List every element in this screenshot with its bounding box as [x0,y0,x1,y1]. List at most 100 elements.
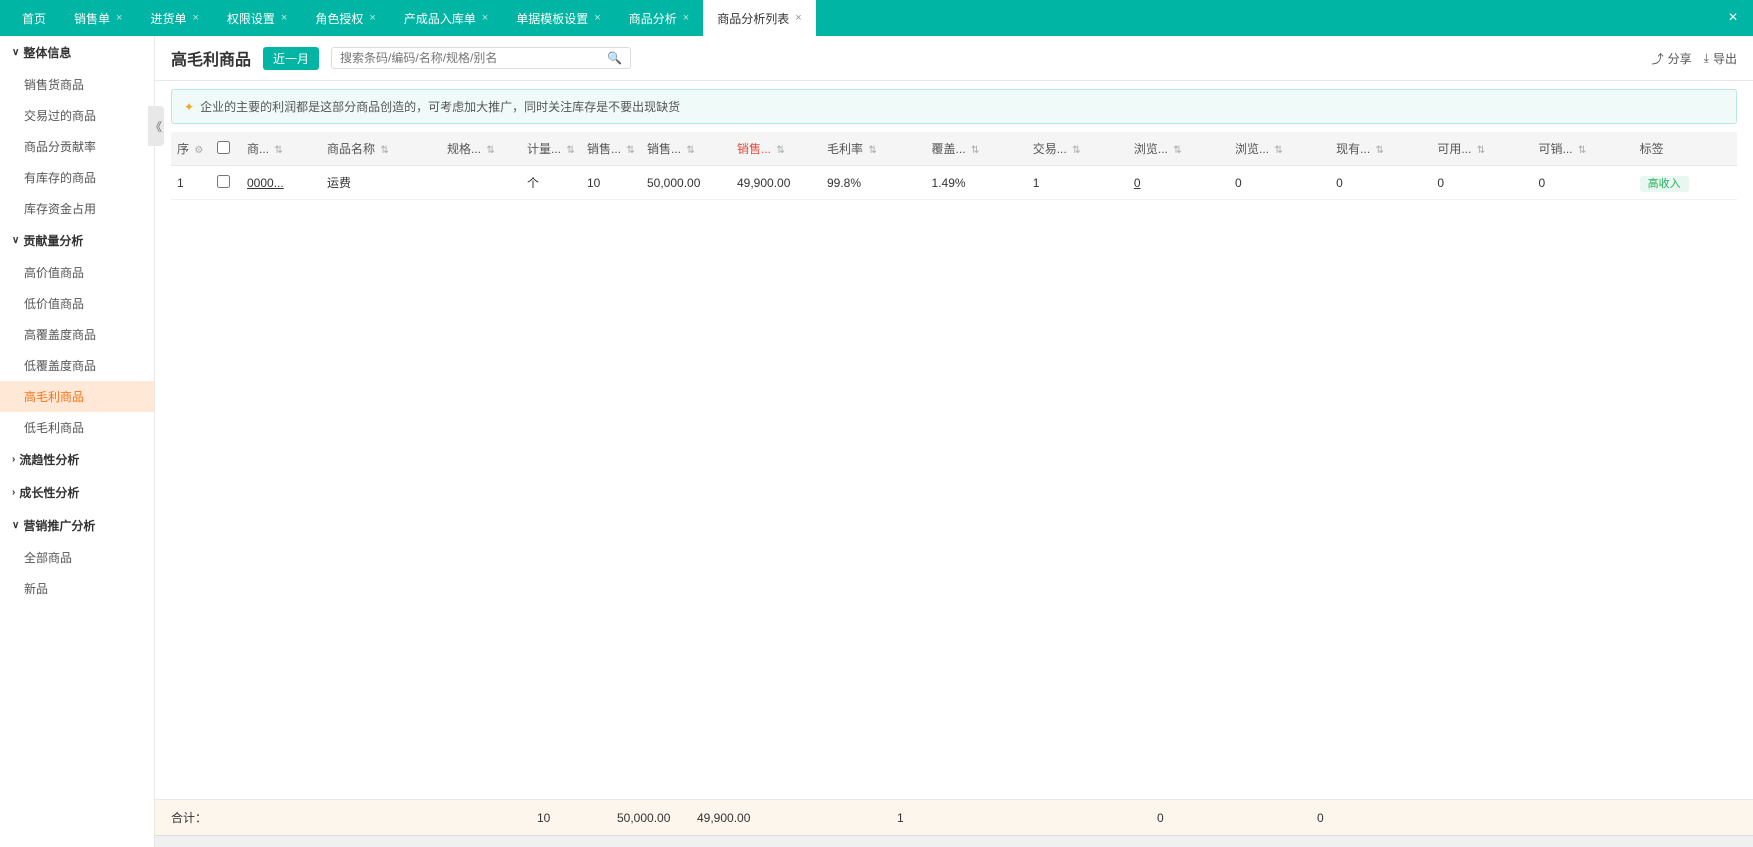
sort-available-icon[interactable]: ⇅ [1477,145,1485,156]
cell-browse1[interactable]: 0 [1128,166,1229,200]
footer-cell-sales-profit: 49,900.00 [691,811,771,825]
nav-tab-purchase[interactable]: 进货单 × [136,0,212,36]
footer-cell-trade: 1 [891,811,971,825]
sort-code-icon[interactable]: ⇅ [274,145,282,156]
footer-values: 10 50,000.00 49,900.00 1 0 0 [291,811,1737,825]
sort-sales-amount-icon[interactable]: ⇅ [686,145,694,156]
close-permission-tab[interactable]: × [281,12,287,24]
nav-tab-analysis[interactable]: 商品分析 × [615,0,703,36]
nav-tab-template[interactable]: 单据模板设置 × [502,0,614,36]
arrow-growth: › [12,487,15,498]
sort-sales-qty-icon[interactable]: ⇅ [626,145,634,156]
window-close-button[interactable]: × [1721,6,1745,30]
sidebar-item-high-coverage[interactable]: 高覆盖度商品 [0,319,154,350]
sidebar-item-low-coverage[interactable]: 低覆盖度商品 [0,350,154,381]
sidebar-section-overall[interactable]: ∨ 整体信息 [0,36,154,69]
sort-browse2-icon[interactable]: ⇅ [1274,145,1282,156]
th-browse2[interactable]: 浏览... ⇅ [1229,132,1330,166]
th-trade[interactable]: 交易... ⇅ [1027,132,1128,166]
sidebar-section-contribution[interactable]: ∨ 贡献量分析 [0,224,154,257]
horizontal-scrollbar[interactable] [155,835,1753,847]
search-box[interactable]: 🔍 [331,47,631,69]
sort-browse1-icon[interactable]: ⇅ [1173,145,1181,156]
sidebar-item-new-goods[interactable]: 新品 [0,573,154,604]
sidebar-item-low-margin[interactable]: 低毛利商品 [0,412,154,443]
info-bar: ✦ 企业的主要的利润都是这部分商品创造的，可考虑加大推广，同时关注库存是不要出现… [171,89,1737,124]
nav-tab-permission[interactable]: 权限设置 × [213,0,301,36]
sidebar-section-marketing[interactable]: ∨ 营销推广分析 [0,509,154,542]
cell-name: 运费 [321,166,441,200]
th-sales-amount[interactable]: 销售... ⇅ [641,132,731,166]
export-button[interactable]: ⤓ 导出 [1704,50,1737,67]
sidebar-item-all-goods[interactable]: 全部商品 [0,542,154,573]
th-name[interactable]: 商品名称 ⇅ [321,132,441,166]
th-sales-profit[interactable]: 销售... ⇅ [731,132,821,166]
row-checkbox[interactable] [217,175,230,188]
close-product-in-tab[interactable]: × [482,12,488,24]
close-sales-tab[interactable]: × [116,12,122,24]
sidebar-item-traded-goods[interactable]: 交易过的商品 [0,100,154,131]
th-unit[interactable]: 计量... ⇅ [521,132,581,166]
sidebar-item-high-margin[interactable]: 高毛利商品 [0,381,154,412]
sidebar-item-sales-goods[interactable]: 销售货商品 [0,69,154,100]
th-sales-qty[interactable]: 销售... ⇅ [581,132,641,166]
nav-tab-home[interactable]: 首页 [8,0,60,36]
cell-code[interactable]: 0000... [241,166,321,200]
th-sellable[interactable]: 可销... ⇅ [1532,132,1633,166]
footer-cell-sales-qty: 10 [531,811,611,825]
sidebar-collapse-button[interactable]: 《 [148,106,164,146]
th-gross-rate[interactable]: 毛利率 ⇅ [821,132,926,166]
sidebar-section-trend[interactable]: › 流趋性分析 [0,443,154,476]
nav-tab-sales[interactable]: 销售单 × [60,0,136,36]
nav-tab-role[interactable]: 角色授权 × [301,0,389,36]
nav-tab-analysis-list[interactable]: 商品分析列表 × [703,0,815,36]
arrow-trend: › [12,454,15,465]
th-current-stock[interactable]: 现有... ⇅ [1330,132,1431,166]
th-coverage[interactable]: 覆盖... ⇅ [926,132,1027,166]
data-table: 序 ⚙ 商... ⇅ 商品名称 ⇅ [171,132,1737,200]
close-template-tab[interactable]: × [594,12,600,24]
table-header-row: 序 ⚙ 商... ⇅ 商品名称 ⇅ [171,132,1737,166]
th-browse1[interactable]: 浏览... ⇅ [1128,132,1229,166]
sort-unit-icon[interactable]: ⇅ [566,145,574,156]
close-purchase-tab[interactable]: × [192,12,198,24]
content-header: 高毛利商品 近一月 🔍 ⤴ 分享 ⤓ 导出 [155,36,1753,81]
time-filter-button[interactable]: 近一月 [263,47,319,70]
arrow-marketing: ∨ [12,520,19,531]
search-input[interactable] [340,51,603,65]
sort-sales-profit-icon[interactable]: ⇅ [776,145,784,156]
cell-available: 0 [1431,166,1532,200]
footer-label: 合计： [171,809,291,826]
sort-name-icon[interactable]: ⇅ [380,145,388,156]
gear-icon[interactable]: ⚙ [194,145,203,156]
info-icon: ✦ [184,100,194,114]
sort-spec-icon[interactable]: ⇅ [486,145,494,156]
search-icon[interactable]: 🔍 [607,51,622,65]
sort-trade-icon[interactable]: ⇅ [1072,145,1080,156]
cell-check[interactable] [211,166,241,200]
nav-tab-product-in[interactable]: 产成品入库单 × [390,0,502,36]
select-all-checkbox[interactable] [217,141,230,154]
close-analysis-tab[interactable]: × [683,12,689,24]
sort-gross-rate-icon[interactable]: ⇅ [868,145,876,156]
th-code[interactable]: 商... ⇅ [241,132,321,166]
th-available[interactable]: 可用... ⇅ [1431,132,1532,166]
sidebar-item-low-value[interactable]: 低价值商品 [0,288,154,319]
sidebar-item-contribution-rate[interactable]: 商品分贡献率 [0,131,154,162]
sidebar-item-in-stock[interactable]: 有库存的商品 [0,162,154,193]
cell-spec [441,166,521,200]
sidebar-item-high-value[interactable]: 高价值商品 [0,257,154,288]
arrow-contribution: ∨ [12,235,19,246]
close-role-tab[interactable]: × [369,12,375,24]
close-analysis-list-tab[interactable]: × [795,12,801,24]
share-button[interactable]: ⤴ 分享 [1652,50,1692,67]
footer-cell-spacer3 [971,811,1151,825]
sidebar-section-growth[interactable]: › 成长性分析 [0,476,154,509]
sort-sellable-icon[interactable]: ⇅ [1578,145,1586,156]
sidebar-item-stock-funds[interactable]: 库存资金占用 [0,193,154,224]
sort-coverage-icon[interactable]: ⇅ [971,145,979,156]
footer-cell-sales-amount: 50,000.00 [611,811,691,825]
th-spec[interactable]: 规格... ⇅ [441,132,521,166]
sidebar-marketing-items: 全部商品 新品 [0,542,154,604]
sort-current-stock-icon[interactable]: ⇅ [1376,145,1384,156]
